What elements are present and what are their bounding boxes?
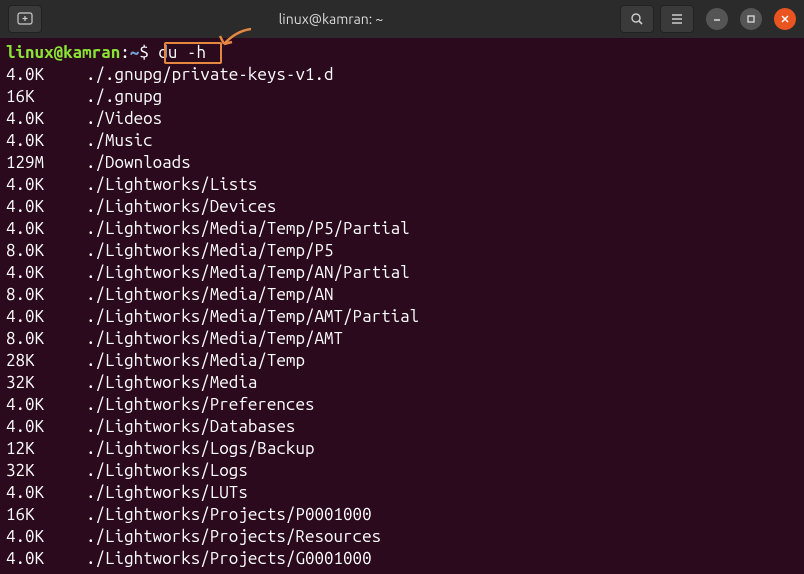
output-row: 32K./Lightworks/Media	[6, 372, 798, 394]
size-value: 8.0K	[6, 328, 86, 350]
output-row: 4.0K./Lightworks/Lists	[6, 174, 798, 196]
path-value: ./Lightworks/Media/Temp/AN	[86, 285, 334, 304]
command-text: du -h	[158, 43, 206, 62]
output-row: 4.0K./Lightworks/Devices	[6, 196, 798, 218]
prompt-line: linux@kamran:~$ du -h	[6, 42, 798, 64]
size-value: 12K	[6, 438, 86, 460]
size-value: 16K	[6, 86, 86, 108]
prompt-cwd: ~	[130, 43, 140, 62]
path-value: ./Lightworks/LUTs	[86, 483, 248, 502]
size-value: 8.0K	[6, 284, 86, 306]
prompt-symbol: $	[139, 43, 149, 62]
path-value: ./Lightworks/Media/Temp/AMT/Partial	[86, 307, 419, 326]
size-value: 4.0K	[6, 196, 86, 218]
output-row: 8.0K./Lightworks/Media/Temp/AMT	[6, 328, 798, 350]
output-row: 4.0K./Lightworks/Media/Temp/AMT/Partial	[6, 306, 798, 328]
output-row: 4.0K./.gnupg/private-keys-v1.d	[6, 64, 798, 86]
new-tab-button[interactable]	[8, 5, 42, 33]
path-value: ./Lightworks/Databases	[86, 417, 295, 436]
size-value: 32K	[6, 372, 86, 394]
output-row: 4.0K./Lightworks/Databases	[6, 416, 798, 438]
path-value: ./Music	[86, 131, 153, 150]
size-value: 4.0K	[6, 548, 86, 570]
output-row: 28K./Lightworks/Media/Temp	[6, 350, 798, 372]
output-row: 16K./Lightworks/Projects/P0001000	[6, 504, 798, 526]
path-value: ./Lightworks/Logs/Backup	[86, 439, 314, 458]
output-row: 4.0K./Videos	[6, 108, 798, 130]
output-row: 4.0K./Lightworks/Media/Temp/AN/Partial	[6, 262, 798, 284]
size-value: 4.0K	[6, 482, 86, 504]
size-value: 4.0K	[6, 526, 86, 548]
close-button[interactable]	[774, 8, 796, 30]
path-value: ./Lightworks/Logs	[86, 461, 248, 480]
path-value: ./Lightworks/Media/Temp/AMT	[86, 329, 343, 348]
command-output: 4.0K./.gnupg/private-keys-v1.d16K./.gnup…	[6, 64, 798, 570]
size-value: 4.0K	[6, 394, 86, 416]
path-value: ./Videos	[86, 109, 162, 128]
output-row: 4.0K./Lightworks/Media/Temp/P5/Partial	[6, 218, 798, 240]
window-title: linux@kamran: ~	[48, 11, 614, 27]
minimize-button[interactable]	[706, 8, 728, 30]
size-value: 4.0K	[6, 218, 86, 240]
path-value: ./.gnupg/private-keys-v1.d	[86, 65, 334, 84]
menu-button[interactable]	[660, 5, 694, 33]
size-value: 28K	[6, 350, 86, 372]
output-row: 4.0K./Music	[6, 130, 798, 152]
output-row: 4.0K./Lightworks/LUTs	[6, 482, 798, 504]
path-value: ./Lightworks/Lists	[86, 175, 257, 194]
output-row: 32K./Lightworks/Logs	[6, 460, 798, 482]
output-row: 12K./Lightworks/Logs/Backup	[6, 438, 798, 460]
size-value: 32K	[6, 460, 86, 482]
path-value: ./Lightworks/Preferences	[86, 395, 314, 414]
size-value: 4.0K	[6, 130, 86, 152]
output-row: 16K./.gnupg	[6, 86, 798, 108]
size-value: 4.0K	[6, 174, 86, 196]
size-value: 4.0K	[6, 108, 86, 130]
path-value: ./Lightworks/Devices	[86, 197, 276, 216]
window-controls	[706, 8, 796, 30]
size-value: 16K	[6, 504, 86, 526]
size-value: 4.0K	[6, 262, 86, 284]
size-value: 4.0K	[6, 306, 86, 328]
output-row: 8.0K./Lightworks/Media/Temp/AN	[6, 284, 798, 306]
output-row: 129M./Downloads	[6, 152, 798, 174]
output-row: 8.0K./Lightworks/Media/Temp/P5	[6, 240, 798, 262]
path-value: ./Lightworks/Media/Temp	[86, 351, 305, 370]
path-value: ./Lightworks/Projects/G0001000	[86, 549, 372, 568]
output-row: 4.0K./Lightworks/Preferences	[6, 394, 798, 416]
output-row: 4.0K./Lightworks/Projects/Resources	[6, 526, 798, 548]
size-value: 129M	[6, 152, 86, 174]
search-button[interactable]	[620, 5, 654, 33]
size-value: 8.0K	[6, 240, 86, 262]
path-value: ./Lightworks/Media	[86, 373, 257, 392]
output-row: 4.0K./Lightworks/Projects/G0001000	[6, 548, 798, 570]
terminal-body[interactable]: linux@kamran:~$ du -h 4.0K./.gnupg/priva…	[0, 38, 804, 570]
size-value: 4.0K	[6, 64, 86, 86]
path-value: ./.gnupg	[86, 87, 162, 106]
path-value: ./Downloads	[86, 153, 191, 172]
path-value: ./Lightworks/Media/Temp/P5	[86, 241, 334, 260]
maximize-button[interactable]	[740, 8, 762, 30]
size-value: 4.0K	[6, 416, 86, 438]
path-value: ./Lightworks/Media/Temp/P5/Partial	[86, 219, 410, 238]
prompt-user-host: linux@kamran	[6, 43, 120, 62]
path-value: ./Lightworks/Projects/P0001000	[86, 505, 372, 524]
titlebar: linux@kamran: ~	[0, 0, 804, 38]
path-value: ./Lightworks/Media/Temp/AN/Partial	[86, 263, 410, 282]
path-value: ./Lightworks/Projects/Resources	[86, 527, 381, 546]
